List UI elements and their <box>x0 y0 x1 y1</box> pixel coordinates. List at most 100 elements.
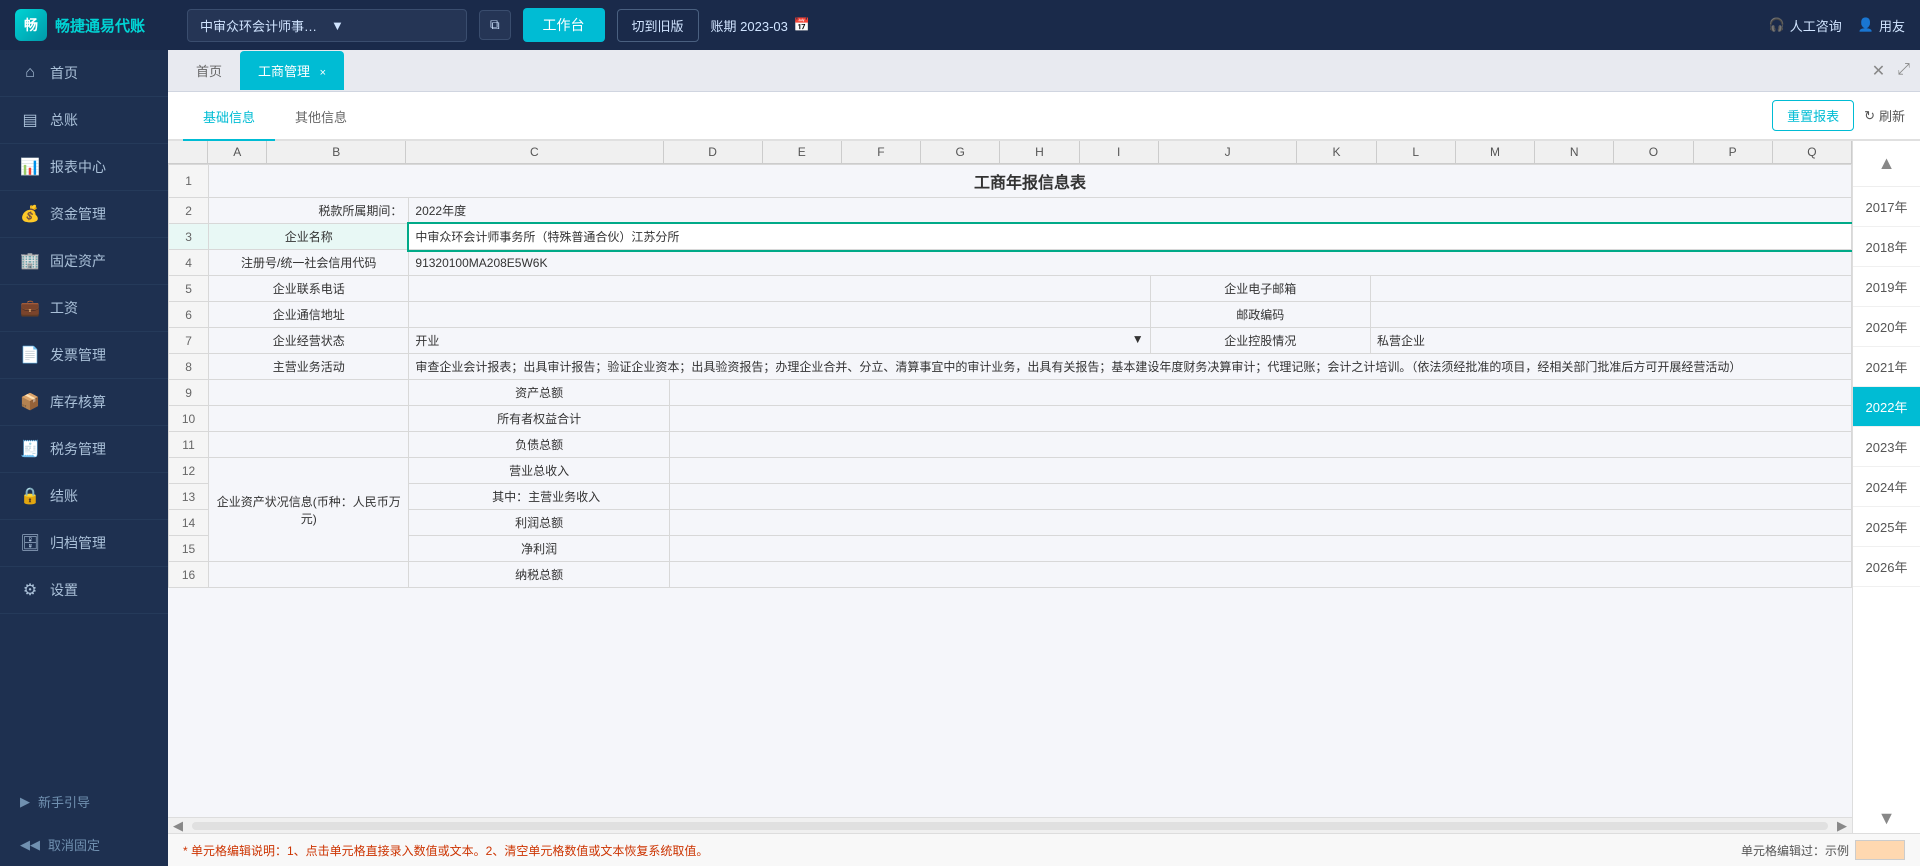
scroll-track[interactable] <box>192 822 1828 830</box>
topbar: 畅 畅捷通易代账 中审众环会计师事务所（特殊普通合伙... ▼ ⧉ 工作台 切到… <box>0 0 1920 50</box>
headset-icon: 🎧 <box>1769 17 1785 33</box>
calendar-icon[interactable]: 📅 <box>794 17 810 33</box>
total-debt-value[interactable] <box>669 432 1851 458</box>
tax-total-label: 纳税总额 <box>409 562 669 588</box>
sidebar-label-tax: 税务管理 <box>50 439 106 459</box>
table-row: 3 企业名称 中审众环会计师事务所（特殊普通合伙）江苏分所 <box>169 224 1852 250</box>
copy-button[interactable]: ⧉ <box>479 10 511 40</box>
scroll-left-icon[interactable]: ◀ <box>168 818 188 834</box>
refresh-button[interactable]: ↻ 刷新 <box>1864 106 1905 125</box>
tab-commerce[interactable]: 工商管理 × <box>240 51 344 90</box>
reg-code-value[interactable]: 91320100MA208E5W6K <box>409 250 1852 276</box>
pin-label: 取消固定 <box>48 835 100 854</box>
sidebar-item-finance[interactable]: 💰 资金管理 <box>0 191 168 238</box>
year-item-2025[interactable]: 2025年 <box>1853 507 1920 547</box>
row-num-2: 2 <box>169 198 209 224</box>
tax-period-value[interactable]: 2022年度 <box>409 198 1852 224</box>
sidebar-item-settings[interactable]: ⚙ 设置 <box>0 567 168 614</box>
year-item-2023[interactable]: 2023年 <box>1853 427 1920 467</box>
tax-total-value[interactable] <box>669 562 1851 588</box>
user-icon: 👤 <box>1858 17 1874 33</box>
year-item-2021[interactable]: 2021年 <box>1853 347 1920 387</box>
company-name-value[interactable]: 中审众环会计师事务所（特殊普通合伙）江苏分所 <box>409 224 1852 250</box>
year-item-2020[interactable]: 2020年 <box>1853 307 1920 347</box>
profit-total-value[interactable] <box>669 510 1851 536</box>
tax-period-label: 税款所属期间： <box>209 198 409 224</box>
reports-icon: 📊 <box>20 157 40 177</box>
revenue-total-value[interactable] <box>669 458 1851 484</box>
window-expand-icon[interactable]: ⤢ <box>1897 61 1910 81</box>
inner-content: 基础信息 其他信息 重置报表 ↻ 刷新 A <box>168 92 1920 866</box>
address-label: 企业通信地址 <box>209 302 409 328</box>
settings-icon: ⚙ <box>20 580 40 600</box>
sub-tab-other[interactable]: 其他信息 <box>275 100 367 141</box>
table-row: 2 税款所属期间： 2022年度 <box>169 198 1852 224</box>
tab-home[interactable]: 首页 <box>178 51 240 90</box>
year-item-2018[interactable]: 2018年 <box>1853 227 1920 267</box>
sidebar-label-home: 首页 <box>50 63 78 83</box>
grid-scroll[interactable]: 1 工商年报信息表 2 税款所属期间： 2022年度 <box>168 164 1852 817</box>
equity-value[interactable] <box>669 406 1851 432</box>
sidebar-item-fixed-assets[interactable]: 🏢 固定资产 <box>0 238 168 285</box>
sidebar-item-invoice[interactable]: 📄 发票管理 <box>0 332 168 379</box>
address-value[interactable] <box>409 302 1150 328</box>
sub-tab-basic[interactable]: 基础信息 <box>183 100 275 141</box>
row-num-1: 1 <box>169 165 209 198</box>
year-item-2022[interactable]: 2022年 <box>1853 387 1920 427</box>
contact-tel-value[interactable] <box>409 276 1150 302</box>
year-item-2024[interactable]: 2024年 <box>1853 467 1920 507</box>
total-debt-sublabel: 负债总额 <box>409 432 669 458</box>
workbench-button[interactable]: 工作台 <box>523 8 605 42</box>
title-cell[interactable]: 工商年报信息表 <box>209 165 1852 198</box>
year-up-button[interactable]: ▲ <box>1874 149 1900 178</box>
equity-label <box>209 406 409 432</box>
net-profit-value[interactable] <box>669 536 1851 562</box>
postcode-label: 邮政编码 <box>1150 302 1370 328</box>
unpin-button[interactable]: ◀◀ 取消固定 <box>0 823 168 866</box>
data-grid: 1 工商年报信息表 2 税款所属期间： 2022年度 <box>168 164 1852 588</box>
scroll-right-icon[interactable]: ▶ <box>1832 818 1852 834</box>
sidebar-label-finance: 资金管理 <box>50 204 106 224</box>
year-panel: ▲ 2017年 2018年 2019年 2020年 2021年 2022年 20… <box>1852 141 1920 833</box>
topbar-right: 🎧 人工咨询 👤 用友 <box>1769 16 1905 35</box>
year-down-button[interactable]: ▼ <box>1874 804 1900 833</box>
tax-icon: 🧾 <box>20 439 40 459</box>
total-assets-value[interactable] <box>669 380 1851 406</box>
biz-status-value[interactable]: 开业 ▼ <box>409 328 1150 354</box>
company-selector[interactable]: 中审众环会计师事务所（特殊普通合伙... ▼ <box>187 9 467 42</box>
main-business-value[interactable]: 审查企业会计报表；出具审计报告；验证企业资本；出具验资报告；办理企业合并、分立、… <box>409 354 1852 380</box>
row-num-15: 15 <box>169 536 209 562</box>
postcode-value[interactable] <box>1370 302 1851 328</box>
new-guide-button[interactable]: ▶ 新手引导 <box>0 780 168 823</box>
sidebar-item-archive[interactable]: 🗄 归档管理 <box>0 520 168 567</box>
col-header-E: E <box>763 141 842 163</box>
main-revenue-value[interactable] <box>669 484 1851 510</box>
email-value[interactable] <box>1370 276 1851 302</box>
sidebar-item-close[interactable]: 🔒 结账 <box>0 473 168 520</box>
refresh-icon: ↻ <box>1864 108 1875 124</box>
col-header-H: H <box>1000 141 1079 163</box>
tax-total-label-outer <box>209 562 409 588</box>
tab-close-icon[interactable]: × <box>320 67 326 79</box>
sidebar-item-home[interactable]: ⌂ 首页 <box>0 50 168 97</box>
table-row: 5 企业联系电话 企业电子邮箱 <box>169 276 1852 302</box>
old-version-button[interactable]: 切到旧版 <box>617 9 699 42</box>
sidebar-item-ledger[interactable]: ▤ 总账 <box>0 97 168 144</box>
sub-tabs: 基础信息 其他信息 重置报表 ↻ 刷新 <box>168 92 1920 141</box>
fixed-assets-icon: 🏢 <box>20 251 40 271</box>
year-item-2019[interactable]: 2019年 <box>1853 267 1920 307</box>
year-item-2026[interactable]: 2026年 <box>1853 547 1920 587</box>
holding-value[interactable]: 私营企业 <box>1370 328 1851 354</box>
year-item-2017[interactable]: 2017年 <box>1853 187 1920 227</box>
equity-sublabel: 所有者权益合计 <box>409 406 669 432</box>
reset-report-button[interactable]: 重置报表 <box>1772 100 1854 131</box>
sidebar-item-payroll[interactable]: 💼 工资 <box>0 285 168 332</box>
consultant-button[interactable]: 🎧 人工咨询 <box>1769 16 1842 35</box>
sidebar-item-tax[interactable]: 🧾 税务管理 <box>0 426 168 473</box>
sidebar: ⌂ 首页 ▤ 总账 📊 报表中心 💰 资金管理 🏢 固定资产 💼 工资 📄 发票… <box>0 50 168 866</box>
window-close-icon[interactable]: ✕ <box>1872 61 1885 81</box>
horizontal-scrollbar[interactable]: ◀ ▶ <box>168 817 1852 833</box>
user-button[interactable]: 👤 用友 <box>1858 16 1905 35</box>
sidebar-item-reports[interactable]: 📊 报表中心 <box>0 144 168 191</box>
sidebar-item-inventory[interactable]: 📦 库存核算 <box>0 379 168 426</box>
